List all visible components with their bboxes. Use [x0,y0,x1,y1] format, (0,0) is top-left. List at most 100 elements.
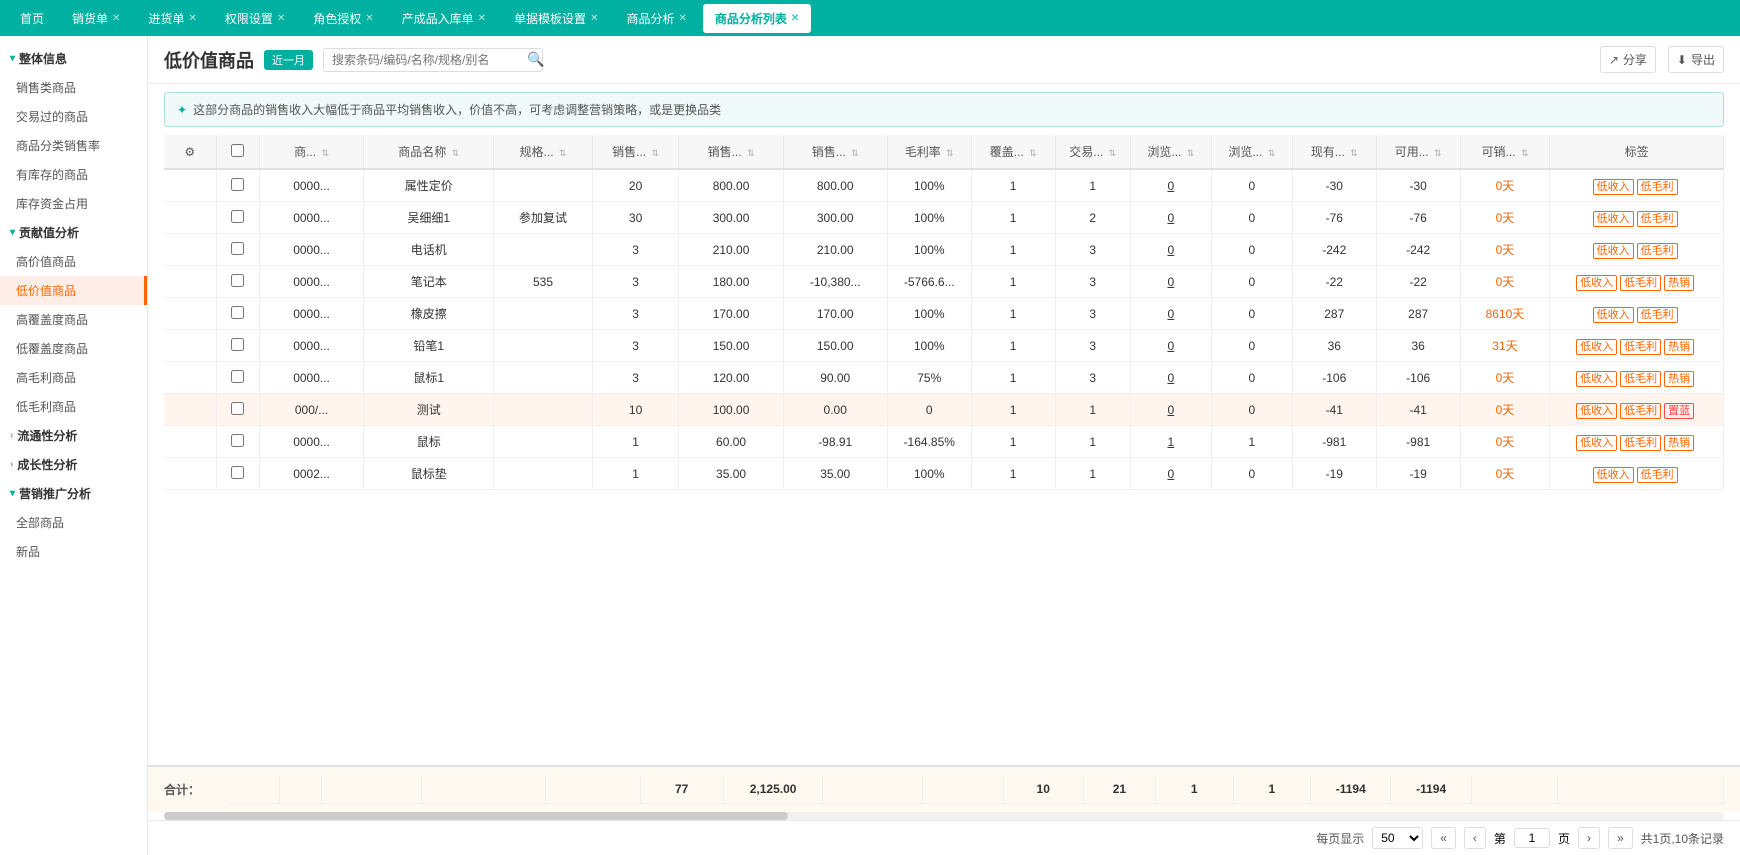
nav-goods-analysis-close[interactable]: ✕ [678,13,686,24]
sidebar-group-contribution[interactable]: ▾ 贡献值分析 [0,218,147,247]
sidebar-item-stock-capital[interactable]: 库存资金占用 [0,189,147,218]
cell-checkbox[interactable] [216,330,259,362]
col-sale-qty[interactable]: 销售... ⇅ [592,135,679,169]
sidebar-item-high-margin[interactable]: 高毛利商品 [0,363,147,392]
sidebar-item-low-margin[interactable]: 低毛利商品 [0,392,147,421]
date-badge[interactable]: 近一月 [264,50,313,70]
page-size-select[interactable]: 50 100 200 [1372,827,1423,849]
cell-view1[interactable]: 0 [1130,298,1211,330]
last-page-btn[interactable]: » [1608,827,1633,849]
cell-view1[interactable]: 0 [1130,202,1211,234]
col-trade[interactable]: 交易... ⇅ [1055,135,1130,169]
search-input[interactable] [323,48,543,72]
nav-goods-analysis-list-close[interactable]: ✕ [791,13,799,24]
nav-product-entry[interactable]: 产成品入库单 ✕ [390,4,498,33]
select-all-checkbox[interactable] [231,144,244,157]
sidebar-item-high-value[interactable]: 高价值商品 [0,247,147,276]
sidebar-group-marketing[interactable]: ▾ 营销推广分析 [0,479,147,508]
col-tags[interactable]: 标签 [1550,135,1724,169]
sidebar-item-low-coverage[interactable]: 低覆盖度商品 [0,334,147,363]
nav-permissions[interactable]: 权限设置 ✕ [213,4,297,33]
col-gross-rate[interactable]: 毛利率 ⇅ [887,135,971,169]
row-checkbox-1[interactable] [231,210,244,223]
cell-checkbox[interactable] [216,458,259,490]
cell-checkbox[interactable] [216,298,259,330]
search-icon[interactable]: 🔍 [527,51,544,68]
sidebar-item-category-rate[interactable]: 商品分类销售率 [0,131,147,160]
page-input[interactable] [1514,828,1550,848]
col-code[interactable]: 商... ⇅ [259,135,363,169]
nav-template[interactable]: 单据模板设置 ✕ [502,4,610,33]
cell-checkbox[interactable] [216,169,259,202]
page-title: 低价值商品 [164,47,254,73]
nav-sales[interactable]: 销货单 ✕ [60,4,132,33]
col-current[interactable]: 现有... ⇅ [1292,135,1376,169]
nav-sales-close[interactable]: ✕ [112,13,120,24]
sidebar-item-high-coverage[interactable]: 高覆盖度商品 [0,305,147,334]
nav-product-entry-close[interactable]: ✕ [478,13,486,24]
row-checkbox-3[interactable] [231,274,244,287]
nav-goods-analysis-list[interactable]: 商品分析列表 ✕ [703,4,811,33]
cell-checkbox[interactable] [216,426,259,458]
nav-purchase[interactable]: 进货单 ✕ [136,4,208,33]
nav-purchase-close[interactable]: ✕ [188,13,196,24]
nav-home[interactable]: 首页 [8,4,56,33]
next-page-btn[interactable]: › [1578,827,1600,849]
col-sellable[interactable]: 可销... ⇅ [1460,135,1550,169]
row-checkbox-8[interactable] [231,434,244,447]
table-row: 0000... 橡皮擦 3 170.00 170.00 100% 1 3 0 0… [164,298,1724,330]
cell-view1[interactable]: 0 [1130,362,1211,394]
col-sale-price[interactable]: 销售... ⇅ [679,135,783,169]
col-available[interactable]: 可用... ⇅ [1376,135,1460,169]
sidebar-item-sales-goods[interactable]: 销售类商品 [0,73,147,102]
cell-view1[interactable]: 0 [1130,330,1211,362]
sidebar-item-stock-goods[interactable]: 有库存的商品 [0,160,147,189]
cell-view1[interactable]: 0 [1130,234,1211,266]
prev-page-btn[interactable]: ‹ [1464,827,1486,849]
sidebar-item-all-goods[interactable]: 全部商品 [0,508,147,537]
cell-view1[interactable]: 0 [1130,458,1211,490]
row-checkbox-9[interactable] [231,466,244,479]
cell-view1[interactable]: 0 [1130,169,1211,202]
first-page-btn[interactable]: « [1431,827,1456,849]
main-layout: ▾ 整体信息 销售类商品 交易过的商品 商品分类销售率 有库存的商品 库存资金占… [0,36,1740,855]
row-checkbox-6[interactable] [231,370,244,383]
sidebar-group-liquidity[interactable]: › 流通性分析 [0,421,147,450]
cell-checkbox[interactable] [216,362,259,394]
cell-view1[interactable]: 0 [1130,266,1211,298]
cell-checkbox[interactable] [216,202,259,234]
nav-role-auth-close[interactable]: ✕ [365,13,373,24]
cell-checkbox[interactable] [216,394,259,426]
row-checkbox-7[interactable] [231,402,244,415]
col-name[interactable]: 商品名称 ⇅ [364,135,494,169]
row-checkbox-5[interactable] [231,338,244,351]
nav-template-close[interactable]: ✕ [590,13,598,24]
sidebar-item-low-value[interactable]: 低价值商品 [0,276,147,305]
nav-role-auth[interactable]: 角色授权 ✕ [301,4,385,33]
share-button[interactable]: ↗ 分享 [1600,46,1656,73]
nav-permissions-close[interactable]: ✕ [277,13,285,24]
cell-view1[interactable]: 1 [1130,426,1211,458]
sidebar-group-overall[interactable]: ▾ 整体信息 [0,44,147,73]
export-button[interactable]: ⬇ 导出 [1668,46,1724,73]
col-spec[interactable]: 规格... ⇅ [494,135,592,169]
sidebar-item-new-goods[interactable]: 新品 [0,537,147,566]
col-coverage[interactable]: 覆盖... ⇅ [971,135,1055,169]
col-sale-total[interactable]: 销售... ⇅ [783,135,887,169]
row-checkbox-2[interactable] [231,242,244,255]
table-container[interactable]: ⚙ 商... ⇅ 商品名称 ⇅ 规格... ⇅ 销售... ⇅ 销售... ⇅ … [148,135,1740,765]
cell-code: 0002... [259,458,363,490]
col-view1[interactable]: 浏览... ⇅ [1130,135,1211,169]
sidebar-item-traded-goods[interactable]: 交易过的商品 [0,102,147,131]
row-checkbox-4[interactable] [231,306,244,319]
footer-view1: 1 [1155,775,1233,804]
col-settings[interactable]: ⚙ [164,135,216,169]
col-checkbox[interactable] [216,135,259,169]
col-view2[interactable]: 浏览... ⇅ [1211,135,1292,169]
row-checkbox-0[interactable] [231,178,244,191]
sidebar-group-growth[interactable]: › 成长性分析 [0,450,147,479]
cell-view1[interactable]: 0 [1130,394,1211,426]
cell-checkbox[interactable] [216,266,259,298]
cell-checkbox[interactable] [216,234,259,266]
nav-goods-analysis[interactable]: 商品分析 ✕ [614,4,698,33]
